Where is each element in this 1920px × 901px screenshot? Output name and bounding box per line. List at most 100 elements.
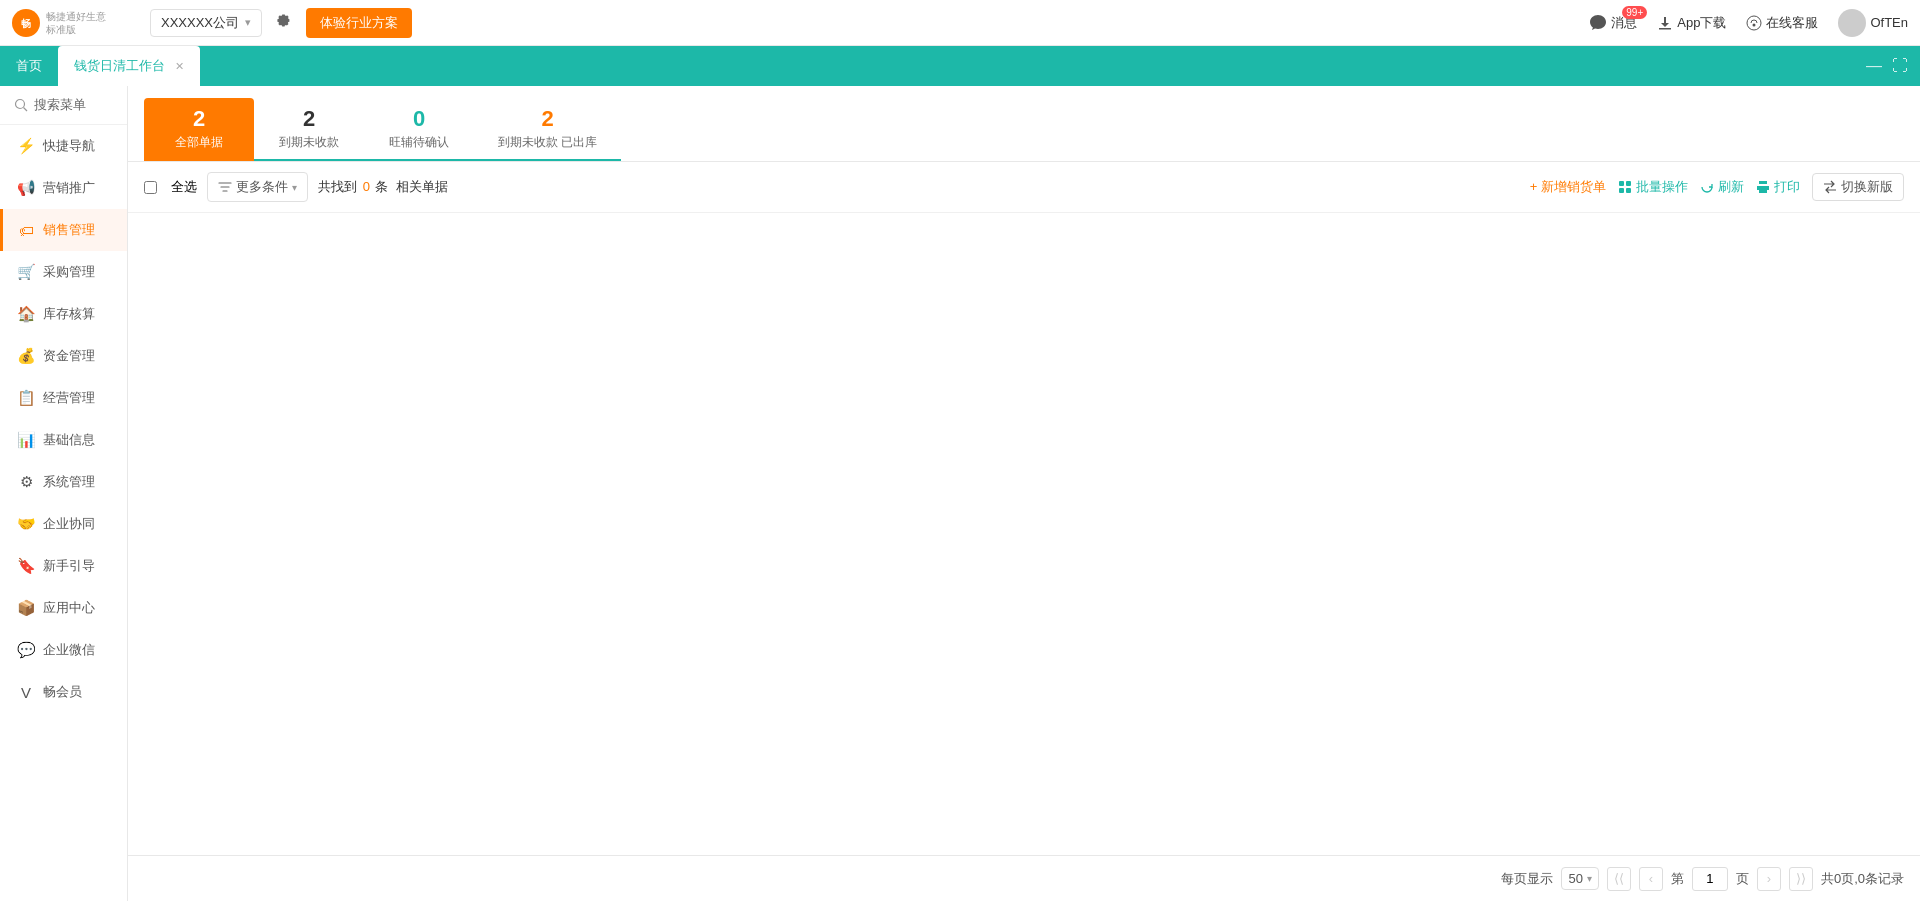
- add-sales-order-button[interactable]: + 新增销货单: [1530, 178, 1606, 196]
- logo-area: 畅 畅捷通好生意 标准版: [12, 9, 140, 37]
- sidebar-item-basic-info-label: 基础信息: [43, 431, 95, 449]
- more-filter-button[interactable]: 更多条件 ▾: [207, 172, 308, 202]
- sidebar-item-system-label: 系统管理: [43, 473, 95, 491]
- print-button[interactable]: 打印: [1756, 178, 1800, 196]
- select-all-checkbox[interactable]: [144, 181, 157, 194]
- found-count: 0: [363, 179, 370, 194]
- stat-tab-all[interactable]: 2 全部单据: [144, 98, 254, 161]
- sidebar-item-system[interactable]: ⚙ 系统管理: [0, 461, 127, 503]
- svg-text:畅: 畅: [21, 18, 31, 29]
- toolbar-right: + 新增销货单 批量操作 刷新 打印 切换新版: [1530, 173, 1904, 201]
- sidebar-item-new-guide[interactable]: 🔖 新手引导: [0, 545, 127, 587]
- app-download-button[interactable]: App下载: [1657, 14, 1726, 32]
- sidebar-item-enterprise-coop[interactable]: 🤝 企业协同: [0, 503, 127, 545]
- stat-tab-pending[interactable]: 0 旺辅待确认: [364, 98, 474, 161]
- avatar-image: [1838, 9, 1866, 37]
- search-menu-label: 搜索菜单: [34, 96, 86, 114]
- sidebar-item-quick-nav-label: 快捷导航: [43, 137, 95, 155]
- table-area: [128, 213, 1920, 855]
- toolbar: 全选 更多条件 ▾ 共找到 0 条 相关单据 + 新增销货单 批量操作: [128, 162, 1920, 213]
- stat-overdue-count: 2: [278, 106, 340, 132]
- settings-button[interactable]: [270, 8, 296, 38]
- page-size-value: 50: [1568, 871, 1582, 886]
- stat-tab-overdue[interactable]: 2 到期未收款: [254, 98, 364, 161]
- sidebar-item-quick-nav[interactable]: ⚡ 快捷导航: [0, 125, 127, 167]
- new-guide-icon: 🔖: [17, 557, 35, 575]
- sidebar-item-operations-label: 经营管理: [43, 389, 95, 407]
- sidebar-item-purchase[interactable]: 🛒 采购管理: [0, 251, 127, 293]
- capital-icon: 💰: [17, 347, 35, 365]
- message-badge: 99+: [1622, 6, 1647, 19]
- experience-button[interactable]: 体验行业方案: [306, 8, 412, 38]
- company-selector[interactable]: XXXXXX公司 ▾: [150, 9, 262, 37]
- sidebar-item-vip[interactable]: V 畅会员: [0, 671, 127, 713]
- sidebar-item-enterprise-wechat[interactable]: 💬 企业微信: [0, 629, 127, 671]
- svg-point-4: [16, 100, 25, 109]
- user-avatar[interactable]: OfTEn: [1838, 9, 1908, 37]
- page-size-label: 每页显示: [1501, 870, 1553, 888]
- prev-page-button[interactable]: ‹: [1639, 867, 1663, 891]
- operations-icon: 📋: [17, 389, 35, 407]
- inventory-icon: 🏠: [17, 305, 35, 323]
- sidebar-item-sales-label: 销售管理: [43, 221, 95, 239]
- tab-bar-actions: — ⛶: [1866, 57, 1920, 75]
- sales-icon: 🏷: [17, 221, 35, 239]
- sidebar-item-marketing[interactable]: 📢 营销推广: [0, 167, 127, 209]
- stat-overdue-out-label: 到期未收款 已出库: [498, 134, 597, 151]
- content-area: 2 全部单据 2 到期未收款 0 旺辅待确认 2 到期未收款 已出库 全选 更多…: [128, 86, 1920, 901]
- sidebar-item-sales[interactable]: 🏷 销售管理: [0, 209, 127, 251]
- stats-tabs: 2 全部单据 2 到期未收款 0 旺辅待确认 2 到期未收款 已出库: [128, 86, 1920, 162]
- tab-close-icon[interactable]: ✕: [175, 60, 184, 73]
- header-right: 消息 99+ App下载 在线客服 OfTEn: [1589, 9, 1908, 37]
- sidebar-item-inventory[interactable]: 🏠 库存核算: [0, 293, 127, 335]
- page-number-input[interactable]: [1692, 867, 1728, 891]
- sidebar-item-operations[interactable]: 📋 经营管理: [0, 377, 127, 419]
- vip-icon: V: [17, 683, 35, 701]
- tab-home[interactable]: 首页: [0, 46, 58, 86]
- marketing-icon: 📢: [17, 179, 35, 197]
- tab-cash-goods[interactable]: 钱货日清工作台 ✕: [58, 46, 200, 86]
- sidebar-item-app-center-label: 应用中心: [43, 599, 95, 617]
- page-size-chevron-icon: ▾: [1587, 873, 1592, 884]
- batch-operation-button[interactable]: 批量操作: [1618, 178, 1688, 196]
- stat-pending-count: 0: [388, 106, 450, 132]
- message-button[interactable]: 消息 99+: [1589, 14, 1637, 32]
- purchase-icon: 🛒: [17, 263, 35, 281]
- filter-chevron-icon: ▾: [292, 182, 297, 193]
- enterprise-coop-icon: 🤝: [17, 515, 35, 533]
- page-suffix: 页: [1736, 870, 1749, 888]
- stat-overdue-out-count: 2: [498, 106, 597, 132]
- tab-bar: 首页 钱货日清工作台 ✕ — ⛶: [0, 46, 1920, 86]
- sidebar-item-enterprise-coop-label: 企业协同: [43, 515, 95, 533]
- sidebar-item-marketing-label: 营销推广: [43, 179, 95, 197]
- refresh-button[interactable]: 刷新: [1700, 178, 1744, 196]
- pagination: 每页显示 50 ▾ ⟨⟨ ‹ 第 页 › ⟩⟩ 共0页,0条记录: [128, 855, 1920, 901]
- sidebar: 搜索菜单 ⚡ 快捷导航 📢 营销推广 🏷 销售管理 🛒 采购管理 🏠 库存核算 …: [0, 86, 128, 901]
- sidebar-item-capital-label: 资金管理: [43, 347, 95, 365]
- logo-text: 畅捷通好生意 标准版: [46, 10, 106, 36]
- page-size-select[interactable]: 50 ▾: [1561, 867, 1598, 890]
- last-page-button[interactable]: ⟩⟩: [1789, 867, 1813, 891]
- tab-maximize-icon[interactable]: ⛶: [1892, 57, 1908, 75]
- sidebar-item-vip-label: 畅会员: [43, 683, 82, 701]
- top-header: 畅 畅捷通好生意 标准版 XXXXXX公司 ▾ 体验行业方案 消息 99+ Ap…: [0, 0, 1920, 46]
- online-service-button[interactable]: 在线客服: [1746, 14, 1818, 32]
- svg-rect-9: [1626, 188, 1631, 193]
- sidebar-item-basic-info[interactable]: 📊 基础信息: [0, 419, 127, 461]
- avatar-name: OfTEn: [1870, 15, 1908, 30]
- switch-new-version-button[interactable]: 切换新版: [1812, 173, 1904, 201]
- app-center-icon: 📦: [17, 599, 35, 617]
- search-menu-item[interactable]: 搜索菜单: [0, 86, 127, 125]
- svg-point-2: [1747, 16, 1761, 30]
- sidebar-item-capital[interactable]: 💰 资金管理: [0, 335, 127, 377]
- tab-minimize-icon[interactable]: —: [1866, 57, 1882, 75]
- next-page-button[interactable]: ›: [1757, 867, 1781, 891]
- stat-all-label: 全部单据: [168, 134, 230, 151]
- chevron-down-icon: ▾: [245, 16, 251, 29]
- company-name: XXXXXX公司: [161, 14, 239, 32]
- first-page-button[interactable]: ⟨⟨: [1607, 867, 1631, 891]
- stat-overdue-label: 到期未收款: [278, 134, 340, 151]
- svg-point-3: [1753, 23, 1756, 26]
- sidebar-item-app-center[interactable]: 📦 应用中心: [0, 587, 127, 629]
- stat-tab-overdue-out[interactable]: 2 到期未收款 已出库: [474, 98, 621, 161]
